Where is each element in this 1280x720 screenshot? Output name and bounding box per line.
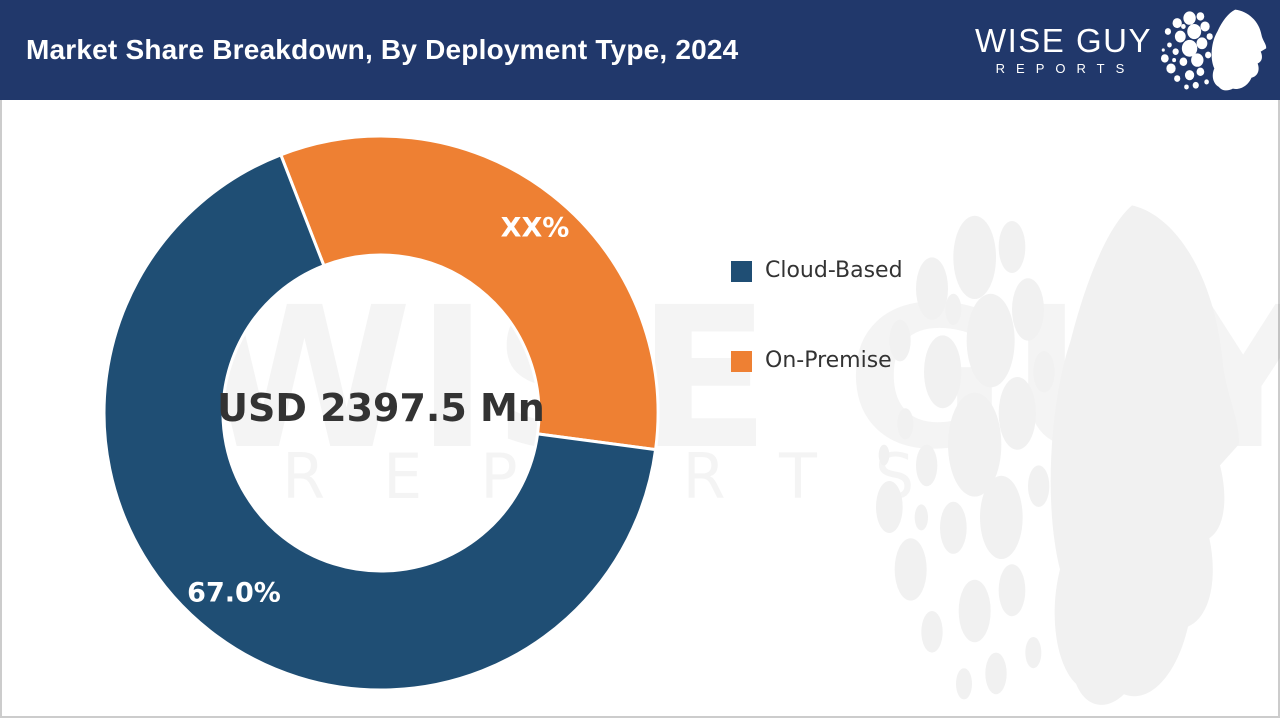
wise-guy-logo: WISE GUY REPORTS [975,8,1270,92]
legend-item-cloud-based: Cloud-Based [731,260,903,282]
donut-center-value: USD 2397.5 Mn [217,386,545,430]
header-bar: Market Share Breakdown, By Deployment Ty… [0,0,1280,100]
chart-panel: WISE GUY REPORTS XX% 67.0% USD 2397.5 Mn… [0,100,1280,718]
logo-text-block: WISE GUY REPORTS [974,22,1152,77]
logo-sub-text: REPORTS [995,61,1136,76]
page-title: Market Share Breakdown, By Deployment Ty… [26,34,739,65]
slice-label-cloud-based: 67.0% [187,578,281,609]
chart-legend: Cloud-Based On-Premise [731,260,903,440]
logo-name-text: WISE GUY [974,22,1152,59]
donut-chart: XX% 67.0% USD 2397.5 Mn [102,134,660,692]
wise-guy-face-icon [1160,9,1267,91]
legend-label-on-premise: On-Premise [765,348,892,373]
slice-label-on-premise: XX% [501,213,570,244]
legend-swatch-cloud-based [731,260,752,282]
legend-label-cloud-based: Cloud-Based [765,258,903,283]
legend-item-on-premise: On-Premise [731,350,903,372]
legend-swatch-on-premise [731,350,752,372]
